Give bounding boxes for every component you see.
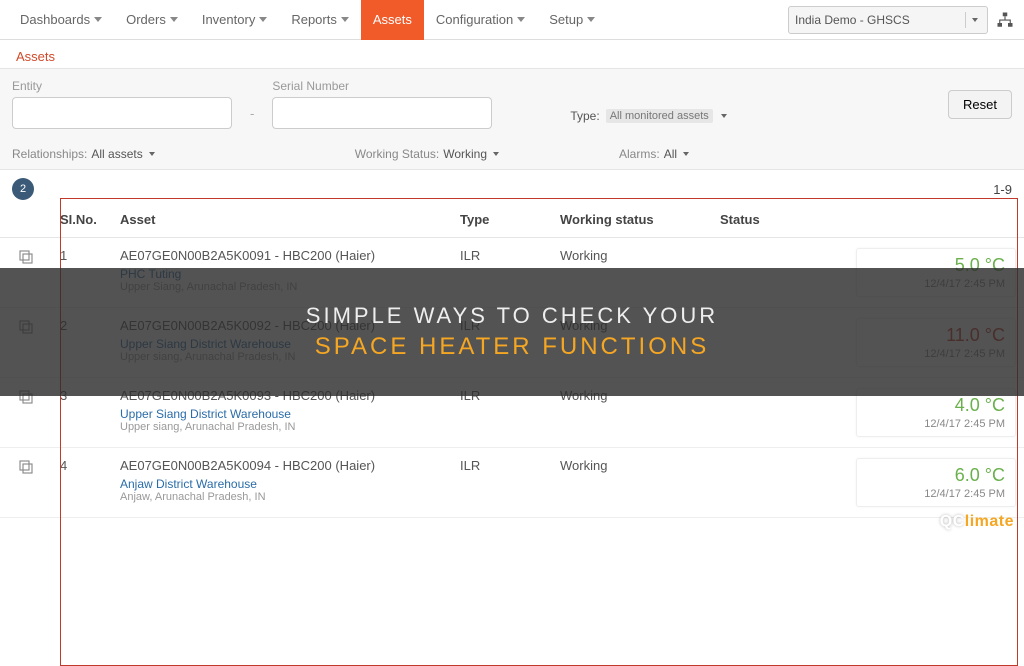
nav-label: Orders (126, 12, 166, 27)
col-header-type[interactable]: Type (452, 202, 552, 238)
relationships-filter[interactable]: Relationships: All assets (12, 147, 155, 161)
col-header-si[interactable]: SI.No. (52, 202, 112, 238)
entity-input[interactable] (12, 97, 232, 129)
watermark-part2: limate (965, 513, 1014, 530)
facility-link[interactable]: Anjaw District Warehouse (120, 477, 444, 491)
nav-label: Dashboards (20, 12, 90, 27)
cell-si: 4 (52, 448, 112, 518)
field-separator: - (250, 106, 254, 129)
watermark-part1: QC (940, 513, 965, 530)
overlay-line2: SPACE HEATER FUNCTIONS (315, 333, 709, 361)
alarms-label: Alarms: (619, 147, 660, 161)
reset-button[interactable]: Reset (948, 90, 1012, 119)
asset-name: AE07GE0N00B2A5K0094 - HBC200 (Haier) (120, 458, 375, 473)
nav-assets[interactable]: Assets (361, 0, 424, 40)
alarms-value: All (664, 147, 677, 161)
facility-location: Anjaw, Arunachal Pradesh, IN (120, 491, 444, 503)
sub-tabs: Assets (0, 40, 1024, 68)
status-card: 6.0 °C 12/4/17 2:45 PM (856, 458, 1016, 507)
chevron-down-icon (587, 17, 595, 22)
working-status-value: Working (443, 147, 487, 161)
status-temp: 6.0 °C (867, 465, 1005, 486)
relationships-label: Relationships: (12, 147, 87, 161)
col-header-asset[interactable]: Asset (112, 202, 452, 238)
entity-field-group: Entity (12, 79, 232, 129)
cell-type: ILR (452, 448, 552, 518)
serial-input[interactable] (272, 97, 492, 129)
cell-status: 6.0 °C 12/4/17 2:45 PM (712, 448, 1024, 518)
filter-row-secondary: Relationships: All assets Working Status… (12, 147, 1012, 161)
subtab-assets[interactable]: Assets (8, 45, 63, 68)
entity-label: Entity (12, 79, 232, 93)
facility-location: Upper siang, Arunachal Pradesh, IN (120, 421, 444, 433)
step-badge: 2 (12, 178, 34, 200)
chevron-down-icon (493, 152, 499, 156)
status-time: 12/4/17 2:45 PM (867, 488, 1005, 500)
nav-configuration[interactable]: Configuration (424, 0, 537, 40)
pager: 1-9 (993, 182, 1012, 197)
type-value: All monitored assets (606, 109, 713, 123)
badge-row: 2 1-9 (0, 170, 1024, 202)
row-copy-icon[interactable] (0, 448, 52, 518)
asset-name: AE07GE0N00B2A5K0091 - HBC200 (Haier) (120, 248, 375, 263)
chevron-down-icon (170, 17, 178, 22)
chevron-down-icon (517, 17, 525, 22)
nav-reports[interactable]: Reports (279, 0, 361, 40)
serial-label: Serial Number (272, 79, 492, 93)
working-status-filter[interactable]: Working Status: Working (355, 147, 499, 161)
chevron-down-icon (683, 152, 689, 156)
chevron-down-icon (149, 152, 155, 156)
nav-label: Inventory (202, 12, 255, 27)
nav-label: Reports (291, 12, 337, 27)
cell-asset: AE07GE0N00B2A5K0094 - HBC200 (Haier) Anja… (112, 448, 452, 518)
nav-label: Assets (373, 12, 412, 27)
chevron-down-icon (341, 17, 349, 22)
status-temp: 4.0 °C (867, 395, 1005, 416)
chevron-down-icon (721, 114, 727, 118)
nav-label: Configuration (436, 12, 513, 27)
filter-row-primary: Entity - Serial Number Type: All monitor… (12, 79, 1012, 129)
col-header-status[interactable]: Status (712, 202, 1024, 238)
alarms-filter[interactable]: Alarms: All (619, 147, 689, 161)
table-row[interactable]: 4 AE07GE0N00B2A5K0094 - HBC200 (Haier) Anj… (0, 448, 1024, 518)
type-label: Type: (570, 109, 599, 123)
article-title-overlay: SIMPLE WAYS TO CHECK YOUR SPACE HEATER F… (0, 268, 1024, 396)
filter-panel: Entity - Serial Number Type: All monitor… (0, 68, 1024, 170)
nav-inventory[interactable]: Inventory (190, 0, 279, 40)
watermark: QClimate (940, 513, 1014, 531)
col-header-working-status[interactable]: Working status (552, 202, 712, 238)
working-status-label: Working Status: (355, 147, 439, 161)
chevron-down-icon (965, 12, 981, 28)
relationships-value: All assets (91, 147, 142, 161)
nav-setup[interactable]: Setup (537, 0, 607, 40)
cell-working-status: Working (552, 448, 712, 518)
serial-field-group: Serial Number (272, 79, 492, 129)
org-selector[interactable]: India Demo - GHSCS (788, 6, 988, 34)
chevron-down-icon (94, 17, 102, 22)
overlay-line1: SIMPLE WAYS TO CHECK YOUR (306, 303, 718, 329)
chevron-down-icon (259, 17, 267, 22)
nav-label: Setup (549, 12, 583, 27)
nav-orders[interactable]: Orders (114, 0, 190, 40)
facility-link[interactable]: Upper Siang District Warehouse (120, 407, 444, 421)
hierarchy-icon[interactable] (994, 9, 1016, 31)
status-time: 12/4/17 2:45 PM (867, 418, 1005, 430)
type-filter[interactable]: Type: All monitored assets (570, 109, 726, 129)
org-name: India Demo - GHSCS (795, 13, 910, 27)
nav-dashboards[interactable]: Dashboards (8, 0, 114, 40)
col-header-icon (0, 202, 52, 238)
top-nav: Dashboards Orders Inventory Reports Assets Co… (0, 0, 1024, 40)
